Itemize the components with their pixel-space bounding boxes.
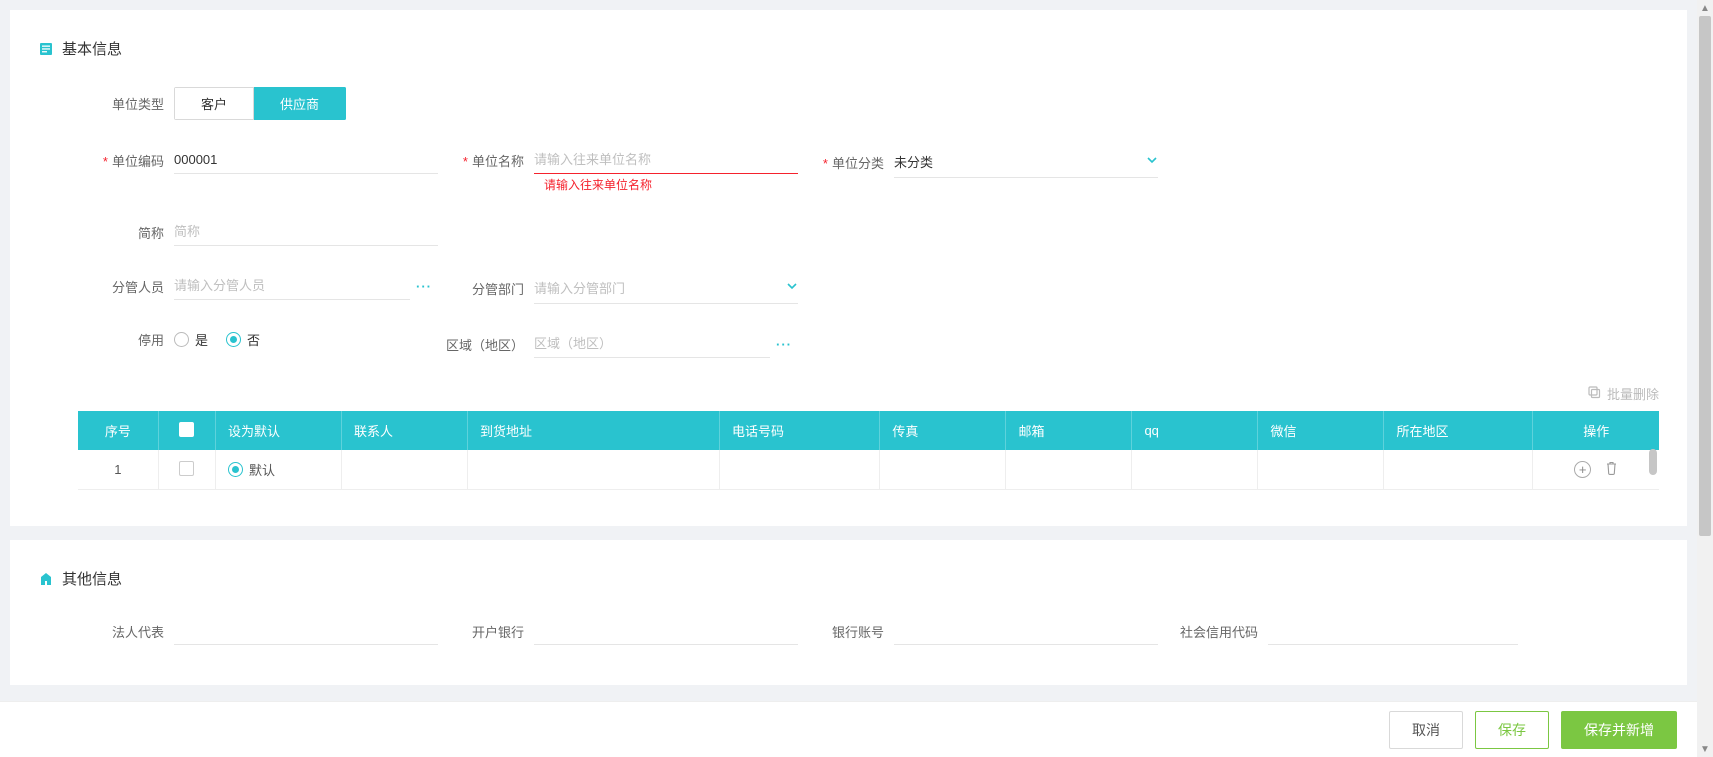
cell-seq: 1 xyxy=(78,450,158,490)
add-row-icon[interactable]: + xyxy=(1574,461,1591,478)
header-checkbox[interactable] xyxy=(179,422,194,437)
th-email: 邮箱 xyxy=(1006,411,1132,450)
basic-info-header: 基本信息 xyxy=(38,38,1659,59)
input-bank[interactable] xyxy=(534,617,798,645)
cell-fax[interactable] xyxy=(880,450,1006,490)
save-button[interactable]: 保存 xyxy=(1475,711,1549,749)
other-info-card: 其他信息 法人代表 开户银行 银行账号 xyxy=(10,540,1687,685)
th-seq: 序号 xyxy=(78,411,158,450)
label-region: 区域（地区） xyxy=(438,335,534,354)
label-unit-category: *单位分类 xyxy=(798,153,894,172)
chevron-down-icon xyxy=(1146,154,1158,169)
input-bank-account[interactable] xyxy=(894,617,1158,645)
select-unit-category[interactable]: 未分类 xyxy=(894,146,1158,178)
page-scrollbar[interactable]: ▲ ▼ xyxy=(1697,0,1713,757)
cell-default: 默认 xyxy=(215,450,341,490)
scrollbar-down-icon[interactable]: ▼ xyxy=(1697,741,1713,757)
th-ops: 操作 xyxy=(1533,411,1659,450)
unit-type-customer[interactable]: 客户 xyxy=(174,87,254,120)
row-default-radio[interactable]: 默认 xyxy=(228,460,275,479)
input-legal-rep[interactable] xyxy=(174,617,438,645)
select-assigned-dept[interactable]: 请输入分管部门 xyxy=(534,272,798,304)
label-assigned-dept: 分管部门 xyxy=(438,279,534,298)
scrollbar-up-icon[interactable]: ▲ xyxy=(1697,0,1713,16)
scrollbar-thumb[interactable] xyxy=(1699,16,1711,536)
contacts-table: 序号 设为默认 联系人 到货地址 电话号码 传真 邮箱 qq 微信 所在地区 xyxy=(78,411,1659,490)
label-assigned-person: 分管人员 xyxy=(78,277,174,296)
assigned-dept-placeholder: 请输入分管部门 xyxy=(534,278,625,297)
building-icon xyxy=(38,571,54,587)
error-unit-name: 请输入往来单位名称 xyxy=(544,176,652,193)
table-row: 1 默认 xyxy=(78,450,1659,490)
footer-bar: 取消 保存 保存并新增 xyxy=(0,701,1697,757)
disabled-yes[interactable]: 是 xyxy=(174,330,208,349)
page-root: 基本信息 单位类型 客户 供应商 *单位编码 xyxy=(0,0,1713,757)
input-region[interactable] xyxy=(534,330,770,358)
label-unit-code: *单位编码 xyxy=(78,151,174,170)
label-disabled: 停用 xyxy=(78,330,174,349)
contacts-table-wrap: 序号 设为默认 联系人 到货地址 电话号码 传真 邮箱 qq 微信 所在地区 xyxy=(78,411,1659,490)
row-assigned: 分管人员 ··· 分管部门 请输入分管部门 xyxy=(78,272,1659,304)
label-short-name: 简称 xyxy=(78,223,174,242)
chevron-down-icon xyxy=(786,280,798,295)
th-address: 到货地址 xyxy=(468,411,720,450)
th-fax: 传真 xyxy=(880,411,1006,450)
row-disabled-region: 停用 是 否 区域（地区） xyxy=(78,330,1659,358)
cell-contact[interactable] xyxy=(341,450,467,490)
cancel-button[interactable]: 取消 xyxy=(1389,711,1463,749)
save-and-new-button[interactable]: 保存并新增 xyxy=(1561,711,1677,749)
basic-info-title: 基本信息 xyxy=(62,38,122,59)
input-unit-code[interactable] xyxy=(174,146,438,174)
row-unit-type: 单位类型 客户 供应商 xyxy=(78,87,1659,120)
th-wechat: 微信 xyxy=(1258,411,1384,450)
label-legal-rep: 法人代表 xyxy=(78,622,174,641)
label-bank: 开户银行 xyxy=(438,622,534,641)
label-social-credit: 社会信用代码 xyxy=(1158,622,1268,641)
input-unit-name[interactable] xyxy=(534,146,798,174)
unit-type-toggle: 客户 供应商 xyxy=(174,87,346,120)
cell-email[interactable] xyxy=(1006,450,1132,490)
input-short-name[interactable] xyxy=(174,218,438,246)
table-header-row: 序号 设为默认 联系人 到货地址 电话号码 传真 邮箱 qq 微信 所在地区 xyxy=(78,411,1659,450)
th-contact: 联系人 xyxy=(341,411,467,450)
th-qq: qq xyxy=(1132,411,1258,450)
row-short-name: 简称 xyxy=(78,218,1659,246)
row-code-name-cat: *单位编码 *单位名称 请输入往来单位名称 *单位分类 未分类 xyxy=(78,146,1659,178)
cell-ops: + xyxy=(1533,450,1659,490)
form-scroll-area[interactable]: 基本信息 单位类型 客户 供应商 *单位编码 xyxy=(0,0,1697,691)
cell-address[interactable] xyxy=(468,450,720,490)
delete-row-icon[interactable] xyxy=(1605,461,1618,478)
unit-type-supplier[interactable]: 供应商 xyxy=(254,87,346,120)
label-unit-type: 单位类型 xyxy=(78,94,174,113)
input-assigned-person[interactable] xyxy=(174,272,410,300)
unit-category-value: 未分类 xyxy=(894,152,933,171)
th-checkbox xyxy=(158,411,215,450)
lookup-region-icon[interactable]: ··· xyxy=(770,337,798,352)
basic-form-body: 单位类型 客户 供应商 *单位编码 *单位名称 xyxy=(38,87,1659,490)
cell-phone[interactable] xyxy=(720,450,880,490)
form-icon xyxy=(38,41,54,57)
disabled-no[interactable]: 否 xyxy=(226,330,260,349)
disabled-radio-group: 是 否 xyxy=(174,330,260,349)
th-phone: 电话号码 xyxy=(720,411,880,450)
row-checkbox[interactable] xyxy=(179,461,194,476)
label-bank-account: 银行账号 xyxy=(798,622,894,641)
cell-wechat[interactable] xyxy=(1258,450,1384,490)
copy-icon xyxy=(1587,385,1601,402)
th-area: 所在地区 xyxy=(1384,411,1533,450)
input-social-credit[interactable] xyxy=(1268,617,1518,645)
basic-info-card: 基本信息 单位类型 客户 供应商 *单位编码 xyxy=(10,10,1687,526)
cell-checkbox xyxy=(158,450,215,490)
lookup-person-icon[interactable]: ··· xyxy=(410,279,438,294)
other-info-title: 其他信息 xyxy=(62,568,122,589)
table-mini-scrollbar[interactable] xyxy=(1649,449,1657,475)
other-info-header: 其他信息 xyxy=(38,568,1659,589)
row-other-1: 法人代表 开户银行 银行账号 社会信用代码 xyxy=(78,617,1659,645)
other-form-body: 法人代表 开户银行 银行账号 社会信用代码 xyxy=(38,617,1659,645)
label-unit-name: *单位名称 xyxy=(438,151,534,170)
batch-delete-button[interactable]: 批量删除 xyxy=(78,384,1659,403)
cell-qq[interactable] xyxy=(1132,450,1258,490)
th-default: 设为默认 xyxy=(215,411,341,450)
cell-area[interactable] xyxy=(1384,450,1533,490)
